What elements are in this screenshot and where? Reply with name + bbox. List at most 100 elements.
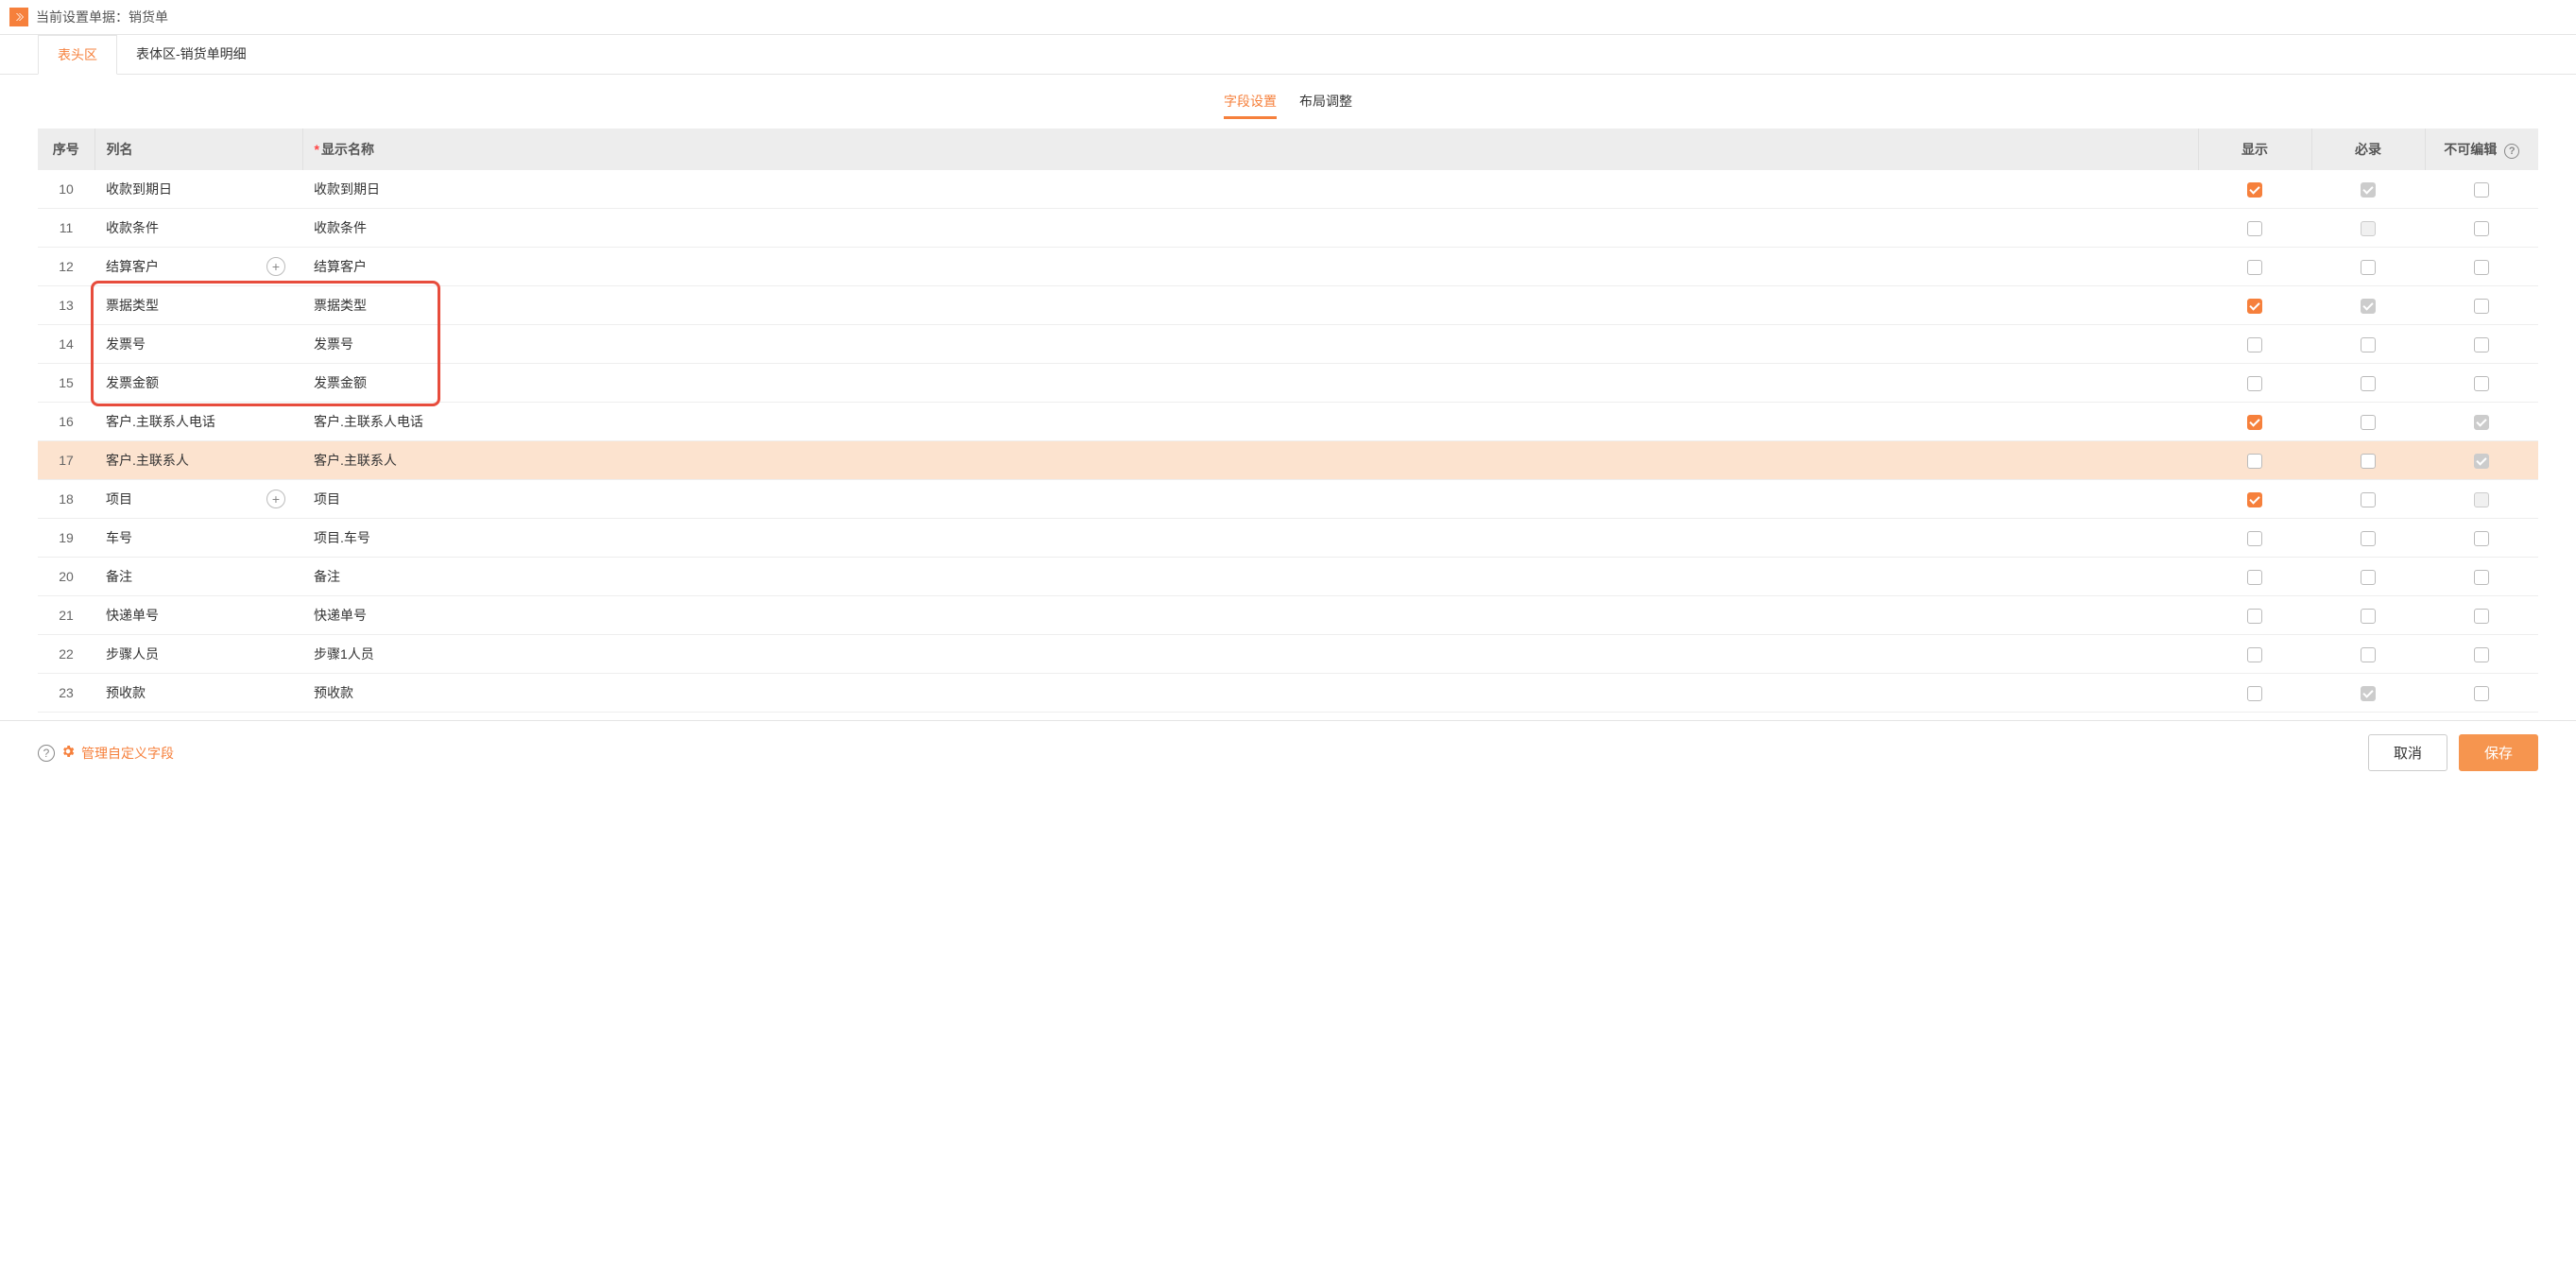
noedit-checkbox[interactable] [2474,260,2489,275]
row-seq: 22 [38,635,94,674]
show-checkbox[interactable] [2247,376,2262,391]
main-tab-1[interactable]: 表体区-销货单明细 [117,35,266,74]
row-noedit-cell [2425,558,2538,596]
row-display-name[interactable]: 项目 [302,480,2198,519]
noedit-checkbox[interactable] [2474,376,2489,391]
table-row[interactable]: 12结算客户+结算客户 [38,248,2538,286]
cancel-button[interactable]: 取消 [2368,734,2447,771]
noedit-checkbox[interactable] [2474,609,2489,624]
required-checkbox[interactable] [2361,492,2376,507]
row-display-name[interactable]: 发票号 [302,325,2198,364]
show-checkbox[interactable] [2247,609,2262,624]
row-required-cell [2311,209,2425,248]
show-checkbox[interactable] [2247,647,2262,662]
table-row[interactable]: 21快递单号快递单号 [38,596,2538,635]
noedit-checkbox[interactable] [2474,570,2489,585]
row-display-name[interactable]: 收款到期日 [302,170,2198,209]
noedit-checkbox[interactable] [2474,337,2489,352]
main-tab-0[interactable]: 表头区 [38,35,117,75]
noedit-checkbox[interactable] [2474,647,2489,662]
row-display-name[interactable]: 票据类型 [302,286,2198,325]
row-show-cell [2198,325,2311,364]
noedit-checkbox[interactable] [2474,221,2489,236]
row-display-name[interactable]: 步骤1人员 [302,635,2198,674]
manage-custom-fields-link[interactable]: ? 管理自定义字段 [38,744,174,763]
noedit-checkbox[interactable] [2474,299,2489,314]
table-row[interactable]: 10收款到期日收款到期日 [38,170,2538,209]
required-checkbox[interactable] [2361,531,2376,546]
required-checkbox[interactable] [2361,454,2376,469]
sub-tabs: 字段设置布局调整 [0,75,2576,129]
row-required-cell [2311,441,2425,480]
required-checkbox[interactable] [2361,376,2376,391]
noedit-checkbox [2474,492,2489,507]
noedit-checkbox[interactable] [2474,182,2489,198]
table-row[interactable]: 13票据类型票据类型 [38,286,2538,325]
row-seq: 12 [38,248,94,286]
show-checkbox[interactable] [2247,260,2262,275]
sub-tab-1[interactable]: 布局调整 [1299,92,1352,119]
show-checkbox[interactable] [2247,415,2262,430]
table-row[interactable]: 19车号项目.车号 [38,519,2538,558]
row-show-cell [2198,441,2311,480]
noedit-checkbox[interactable] [2474,531,2489,546]
add-subfield-button[interactable]: + [266,490,285,508]
show-checkbox[interactable] [2247,492,2262,507]
required-checkbox [2361,221,2376,236]
row-display-name[interactable]: 客户.主联系人 [302,441,2198,480]
row-required-cell [2311,170,2425,209]
row-display-name[interactable]: 发票金额 [302,364,2198,403]
table-row[interactable]: 11收款条件收款条件 [38,209,2538,248]
show-checkbox[interactable] [2247,221,2262,236]
table-row[interactable]: 15发票金额发票金额 [38,364,2538,403]
row-display-name[interactable]: 结算客户 [302,248,2198,286]
table-row[interactable]: 23预收款预收款 [38,674,2538,713]
row-display-name[interactable]: 预收款 [302,674,2198,713]
required-checkbox[interactable] [2361,337,2376,352]
noedit-checkbox[interactable] [2474,686,2489,701]
required-checkbox[interactable] [2361,647,2376,662]
required-checkbox [2361,299,2376,314]
required-checkbox[interactable] [2361,570,2376,585]
row-seq: 10 [38,170,94,209]
show-checkbox[interactable] [2247,337,2262,352]
row-show-cell [2198,635,2311,674]
add-subfield-button[interactable]: + [266,257,285,276]
table-row[interactable]: 17客户.主联系人客户.主联系人 [38,441,2538,480]
required-checkbox[interactable] [2361,415,2376,430]
row-noedit-cell [2425,209,2538,248]
required-checkbox[interactable] [2361,260,2376,275]
required-checkbox[interactable] [2361,609,2376,624]
row-required-cell [2311,286,2425,325]
show-checkbox[interactable] [2247,454,2262,469]
row-display-name[interactable]: 客户.主联系人电话 [302,403,2198,441]
show-checkbox[interactable] [2247,182,2262,198]
row-column-name: 预收款 [94,674,302,713]
row-display-name[interactable]: 收款条件 [302,209,2198,248]
table-row[interactable]: 18项目+项目 [38,480,2538,519]
manage-custom-fields-label: 管理自定义字段 [81,744,174,763]
show-checkbox[interactable] [2247,299,2262,314]
row-display-name[interactable]: 备注 [302,558,2198,596]
table-row[interactable]: 22步骤人员步骤1人员 [38,635,2538,674]
row-noedit-cell [2425,248,2538,286]
header-label: 当前设置单据：销货单 [36,8,168,26]
save-button[interactable]: 保存 [2459,734,2538,771]
show-checkbox[interactable] [2247,686,2262,701]
show-checkbox[interactable] [2247,570,2262,585]
row-display-name[interactable]: 项目.车号 [302,519,2198,558]
row-required-cell [2311,674,2425,713]
collapse-button[interactable] [9,8,28,26]
table-row[interactable]: 14发票号发票号 [38,325,2538,364]
sub-tab-0[interactable]: 字段设置 [1224,92,1277,119]
show-checkbox[interactable] [2247,531,2262,546]
table-row[interactable]: 16客户.主联系人电话客户.主联系人电话 [38,403,2538,441]
row-seq: 13 [38,286,94,325]
row-required-cell [2311,248,2425,286]
required-checkbox [2361,182,2376,198]
table-row[interactable]: 20备注备注 [38,558,2538,596]
row-display-name[interactable]: 快递单号 [302,596,2198,635]
col-display-header: *显示名称 [302,129,2198,170]
footer-bar: ? 管理自定义字段 取消 保存 [0,720,2576,784]
help-icon[interactable]: ? [2504,144,2519,159]
